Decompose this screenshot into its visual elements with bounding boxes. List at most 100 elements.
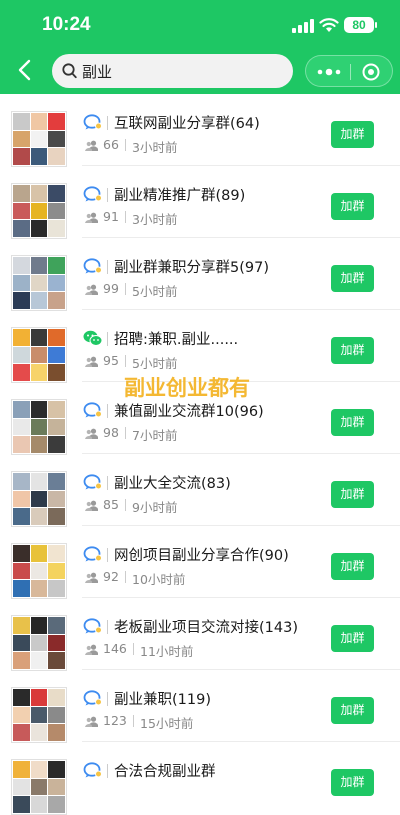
title-separator xyxy=(107,188,108,202)
avatar-tile xyxy=(48,148,65,165)
avatar-tile xyxy=(30,562,48,580)
join-group-button[interactable]: 加群 xyxy=(331,769,374,796)
search-bar[interactable] xyxy=(52,54,293,88)
group-avatar xyxy=(11,327,67,383)
member-count: 98 xyxy=(103,425,119,440)
group-name: 互联网副业分享群(64) xyxy=(114,116,260,132)
more-icon[interactable] xyxy=(316,65,342,79)
title-separator xyxy=(107,404,108,418)
group-avatar xyxy=(11,183,67,239)
group-row[interactable]: 互联网副业分享群(64) 66 3小时前 加群 xyxy=(0,94,400,167)
group-row[interactable]: 老板副业项目交流对接(143) 146 11小时前 加群 xyxy=(0,598,400,671)
last-active-time: 10小时前 xyxy=(132,572,186,587)
group-name: 副业精准推广群(89) xyxy=(114,188,246,204)
group-row[interactable]: 副业兼职(119) 123 15小时前 加群 xyxy=(0,670,400,743)
join-group-button[interactable]: 加群 xyxy=(331,265,374,292)
avatar-tile xyxy=(30,346,48,364)
capsule-divider xyxy=(350,64,351,80)
join-group-button[interactable]: 加群 xyxy=(331,553,374,580)
group-avatar xyxy=(11,471,67,527)
group-row[interactable]: 副业精准推广群(89) 91 3小时前 加群 xyxy=(0,166,400,239)
avatar-tile xyxy=(48,778,65,796)
avatar-tile xyxy=(30,220,48,237)
chat-bubble-icon xyxy=(83,546,102,562)
join-group-button[interactable]: 加群 xyxy=(331,697,374,724)
search-input[interactable] xyxy=(82,54,282,88)
group-row[interactable]: 合法合规副业群 加群 xyxy=(0,742,400,815)
avatar-tile xyxy=(13,796,30,813)
battery-icon: 80 xyxy=(344,17,374,33)
meta-separator xyxy=(133,643,134,655)
avatar-tile xyxy=(13,292,30,309)
group-row[interactable]: 副业群兼职分享群5(97) 99 5小时前 加群 xyxy=(0,238,400,311)
join-group-button[interactable]: 加群 xyxy=(331,337,374,364)
join-group-button[interactable]: 加群 xyxy=(331,625,374,652)
avatar-tile xyxy=(30,113,48,130)
avatar-tile xyxy=(13,436,30,453)
member-count: 85 xyxy=(103,497,119,512)
avatar-tile xyxy=(48,724,65,741)
avatar-tile xyxy=(13,473,30,490)
avatar-tile xyxy=(30,508,48,525)
members-icon xyxy=(85,716,98,727)
meta-separator xyxy=(125,427,126,439)
avatar-tile xyxy=(30,418,48,436)
avatar-tile xyxy=(30,634,48,652)
avatar-tile xyxy=(30,436,48,453)
group-name: 兼值副业交流群10(96) xyxy=(114,404,264,420)
group-avatar xyxy=(11,111,67,167)
avatar-tile xyxy=(13,689,30,706)
avatar-tile xyxy=(48,401,65,418)
members-icon xyxy=(85,644,98,655)
avatar-tile xyxy=(30,761,48,778)
meta-separator xyxy=(125,283,126,295)
avatar-tile xyxy=(13,706,30,724)
avatar-tile xyxy=(48,274,65,292)
back-arrow-icon[interactable] xyxy=(14,58,36,82)
avatar-tile xyxy=(13,724,30,741)
avatar-tile xyxy=(13,545,30,562)
signal-icon xyxy=(292,19,314,33)
meta-separator xyxy=(125,139,126,151)
group-avatar xyxy=(11,543,67,599)
group-avatar xyxy=(11,687,67,743)
avatar-tile xyxy=(48,113,65,130)
join-group-button[interactable]: 加群 xyxy=(331,193,374,220)
join-group-button[interactable]: 加群 xyxy=(331,409,374,436)
avatar-tile xyxy=(13,113,30,130)
join-group-button[interactable]: 加群 xyxy=(331,121,374,148)
meta-separator xyxy=(125,211,126,223)
avatar-tile xyxy=(48,257,65,274)
last-active-time: 3小时前 xyxy=(132,140,178,155)
avatar-tile xyxy=(48,292,65,309)
avatar-tile xyxy=(30,292,48,309)
members-icon xyxy=(85,572,98,583)
avatar-tile xyxy=(13,274,30,292)
avatar-tile xyxy=(48,761,65,778)
avatar-tile xyxy=(48,706,65,724)
avatar-tile xyxy=(48,508,65,525)
avatar-tile xyxy=(13,202,30,220)
close-miniprogram-icon[interactable] xyxy=(361,62,381,82)
meta-separator xyxy=(133,715,134,727)
group-name: 副业群兼职分享群5(97) xyxy=(114,260,269,276)
avatar-tile xyxy=(13,220,30,237)
mini-program-capsule xyxy=(305,55,393,87)
avatar-tile xyxy=(30,148,48,165)
chat-bubble-icon xyxy=(83,690,102,706)
chat-bubble-icon xyxy=(83,258,102,274)
member-count: 95 xyxy=(103,353,119,368)
members-icon xyxy=(85,356,98,367)
avatar-tile xyxy=(13,761,30,778)
group-row[interactable]: 网创项目副业分享合作(90) 92 10小时前 加群 xyxy=(0,526,400,599)
avatar-tile xyxy=(48,364,65,381)
last-active-time: 5小时前 xyxy=(132,356,178,371)
chat-bubble-icon xyxy=(83,402,102,418)
title-separator xyxy=(107,332,108,346)
avatar-tile xyxy=(48,562,65,580)
group-avatar xyxy=(11,255,67,311)
watermark-text: 副业创业都有 xyxy=(124,376,250,400)
group-row[interactable]: 副业大全交流(83) 85 9小时前 加群 xyxy=(0,454,400,527)
avatar-tile xyxy=(13,364,30,381)
join-group-button[interactable]: 加群 xyxy=(331,481,374,508)
